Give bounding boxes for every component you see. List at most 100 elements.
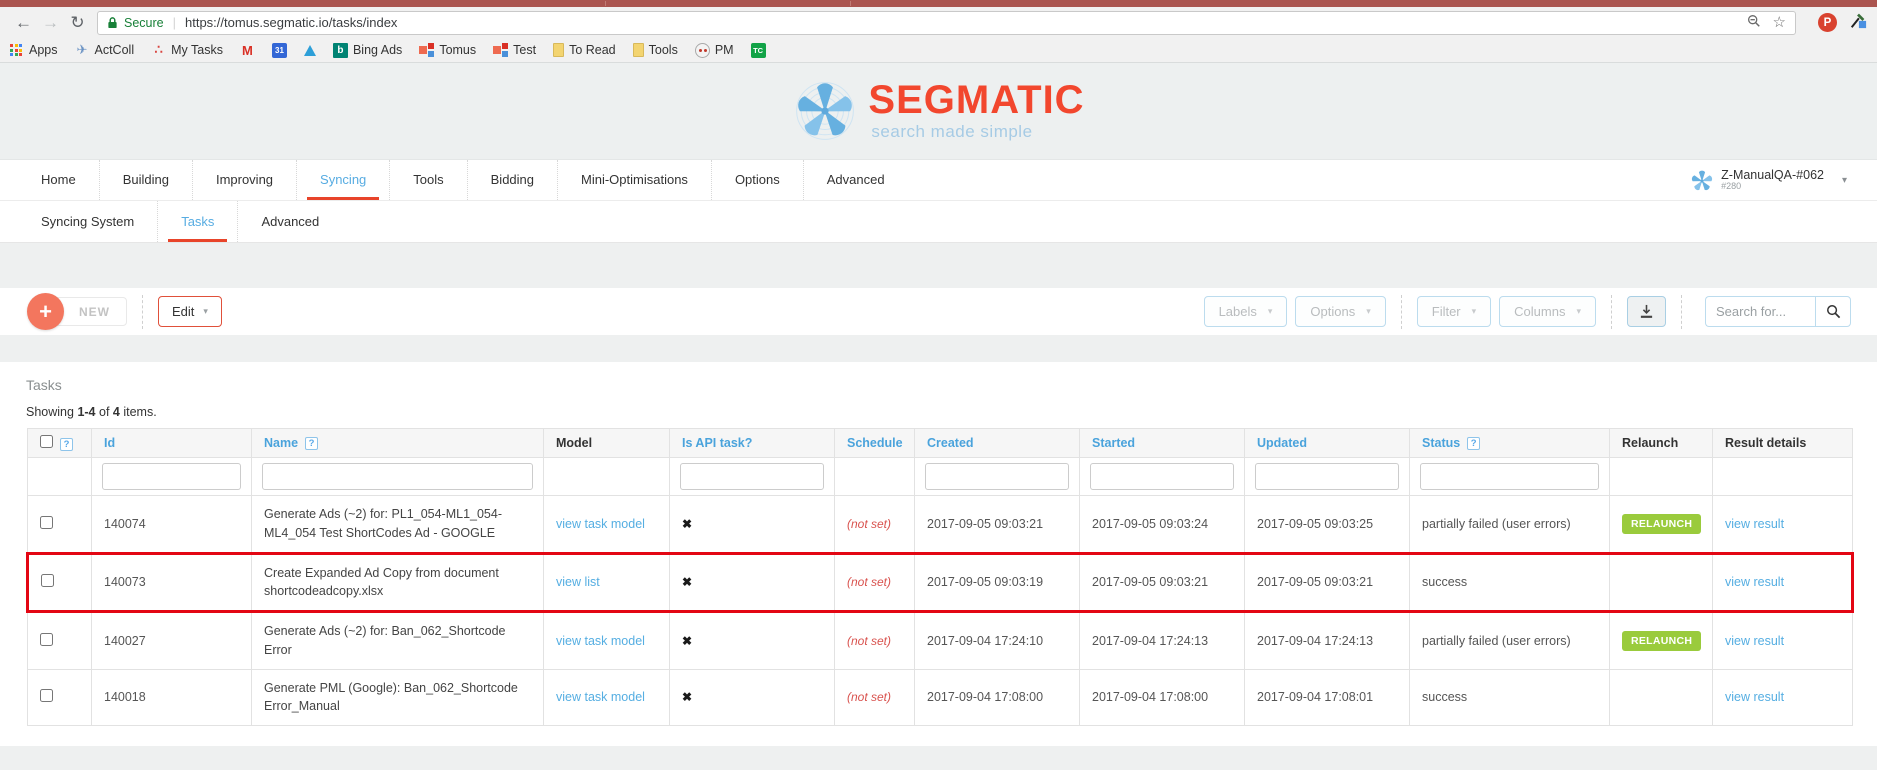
user-menu[interactable]: Z-ManualQA-#062 #280 ▾ <box>1691 160 1847 201</box>
nav-tab-advanced[interactable]: Advanced <box>802 160 908 200</box>
bookmark-calendar-icon[interactable]: 31 <box>271 42 287 58</box>
cell-created: 2017-09-04 17:24:10 <box>914 611 1080 670</box>
bookmark-actcoll[interactable]: ✈ ActColl <box>75 42 135 58</box>
columns-dropdown-button[interactable]: Columns ▾ <box>1499 296 1596 327</box>
filter-cell-select <box>27 457 92 496</box>
filter-input-id[interactable] <box>102 463 241 490</box>
edit-dropdown-button[interactable]: Edit ▾ <box>158 296 222 327</box>
result-link[interactable]: view result <box>1725 575 1784 589</box>
relaunch-button[interactable]: RELAUNCH <box>1622 513 1702 534</box>
filter-dropdown-button[interactable]: Filter ▾ <box>1416 296 1492 327</box>
cell-result: view result <box>1712 551 1854 613</box>
apps-grid-icon[interactable] <box>10 44 22 56</box>
filter-cell-started <box>1079 457 1245 496</box>
cell-schedule: (not set) <box>834 611 915 670</box>
nav-tab-bidding[interactable]: Bidding <box>466 160 557 200</box>
logo-square <box>419 45 428 54</box>
column-label-is_api[interactable]: Is API task? <box>682 436 752 450</box>
forward-button[interactable]: → <box>37 13 64 33</box>
filter-input-updated[interactable] <box>1255 463 1399 490</box>
search-input[interactable] <box>1705 296 1815 327</box>
cross-icon: ✖ <box>682 516 693 531</box>
select-all-checkbox[interactable] <box>40 435 53 448</box>
new-button[interactable]: NEW + <box>27 293 127 330</box>
chevron-down-icon: ▾ <box>1366 306 1371 316</box>
help-icon[interactable]: ? <box>305 437 319 450</box>
bookmark-test[interactable]: Test <box>493 42 536 58</box>
result-link[interactable]: view result <box>1725 690 1784 704</box>
column-label-updated[interactable]: Updated <box>1257 436 1307 450</box>
bookmark-gmail-icon[interactable]: M <box>240 43 255 58</box>
cell-relaunch <box>1609 551 1713 613</box>
row-checkbox[interactable] <box>40 515 53 529</box>
bookmark-triangle-icon[interactable] <box>303 43 316 58</box>
nav-tab-improving[interactable]: Improving <box>191 160 296 200</box>
back-button[interactable]: ← <box>10 13 37 33</box>
filter-input-status[interactable] <box>1420 463 1599 490</box>
cell-created: 2017-09-05 09:03:19 <box>914 551 1080 613</box>
tasks-table: ? Id Name? Model Is API task? Schedule Created… <box>26 428 1854 726</box>
reload-button[interactable]: ↻ <box>64 13 91 33</box>
bookmark-to-read[interactable]: To Read <box>553 43 616 58</box>
tab-separator <box>850 1 851 6</box>
result-link[interactable]: view result <box>1725 517 1784 531</box>
model-link[interactable]: view task model <box>556 690 645 704</box>
address-bar[interactable]: Secure | https://tomus.segmatic.io/tasks… <box>97 10 1796 35</box>
zoom-out-icon[interactable] <box>1747 14 1761 31</box>
url-text[interactable]: https://tomus.segmatic.io/tasks/index <box>185 15 1735 30</box>
bookmark-star-icon[interactable]: ☆ <box>1773 15 1786 30</box>
row-checkbox[interactable] <box>40 689 53 703</box>
filter-input-name[interactable] <box>262 463 533 490</box>
spacer <box>0 335 1877 362</box>
labels-dropdown-button[interactable]: Labels ▾ <box>1203 296 1288 327</box>
table-tools: Labels ▾ Options ▾ Filter ▾ Columns ▾ <box>1196 294 1851 329</box>
column-label-created[interactable]: Created <box>927 436 974 450</box>
column-label-id[interactable]: Id <box>104 436 115 450</box>
column-label-schedule[interactable]: Schedule <box>847 436 903 450</box>
bookmark-teamcity-icon[interactable]: TC <box>750 42 766 58</box>
model-link[interactable]: view task model <box>556 517 645 531</box>
user-avatar-icon <box>1692 170 1713 190</box>
bookmark-apps[interactable]: Apps <box>29 43 58 57</box>
result-link[interactable]: view result <box>1725 634 1784 648</box>
bookmark-my-tasks[interactable]: ∴ My Tasks <box>151 42 223 58</box>
gmail-icon: M <box>242 42 253 58</box>
nav-tab-options[interactable]: Options <box>710 160 803 200</box>
row-checkbox[interactable] <box>40 632 53 646</box>
column-label-name[interactable]: Name <box>264 436 298 450</box>
bookmark-bing-ads[interactable]: b Bing Ads <box>332 42 402 58</box>
brand-tagline: search made simple <box>871 122 1033 141</box>
filter-input-started[interactable] <box>1090 463 1234 490</box>
colorzilla-icon[interactable] <box>1849 11 1867 34</box>
nav-tab-syncing[interactable]: Syncing <box>296 160 389 200</box>
bookmark-tomus[interactable]: Tomus <box>419 42 476 58</box>
subnav-tab-tasks[interactable]: Tasks <box>157 201 237 242</box>
nav-tab-home[interactable]: Home <box>18 160 99 200</box>
help-icon[interactable]: ? <box>1467 437 1481 450</box>
segmatic-logo[interactable]: SEGMATIC search made simple <box>792 78 1084 144</box>
search-button[interactable] <box>1815 296 1851 327</box>
cell-select <box>27 668 92 726</box>
column-label-status[interactable]: Status <box>1422 436 1460 450</box>
bookmark-pm[interactable]: PM <box>694 42 734 58</box>
bookmark-tools[interactable]: Tools <box>632 43 678 58</box>
model-link[interactable]: view task model <box>556 634 645 648</box>
options-dropdown-button[interactable]: Options ▾ <box>1295 296 1386 327</box>
filter-input-created[interactable] <box>925 463 1069 490</box>
help-icon[interactable]: ? <box>60 438 73 451</box>
subnav-tab-syncing-system[interactable]: Syncing System <box>18 201 157 242</box>
filter-input-is_api[interactable] <box>680 463 824 490</box>
relaunch-button[interactable]: RELAUNCH <box>1622 630 1702 651</box>
p-extension-icon[interactable]: P <box>1818 13 1837 32</box>
cell-started: 2017-09-05 09:03:24 <box>1079 495 1245 554</box>
model-link[interactable]: view list <box>556 575 600 589</box>
bookmark-label: Apps <box>29 43 58 57</box>
row-checkbox[interactable] <box>41 574 54 588</box>
nav-tab-tools[interactable]: Tools <box>389 160 466 200</box>
subnav-tab-advanced[interactable]: Advanced <box>237 201 342 242</box>
download-button[interactable] <box>1627 296 1666 327</box>
column-label-started[interactable]: Started <box>1092 436 1135 450</box>
filter-cell-relaunch <box>1609 457 1713 496</box>
nav-tab-building[interactable]: Building <box>98 160 192 200</box>
nav-tab-mini-optimisations[interactable]: Mini-Optimisations <box>557 160 711 200</box>
